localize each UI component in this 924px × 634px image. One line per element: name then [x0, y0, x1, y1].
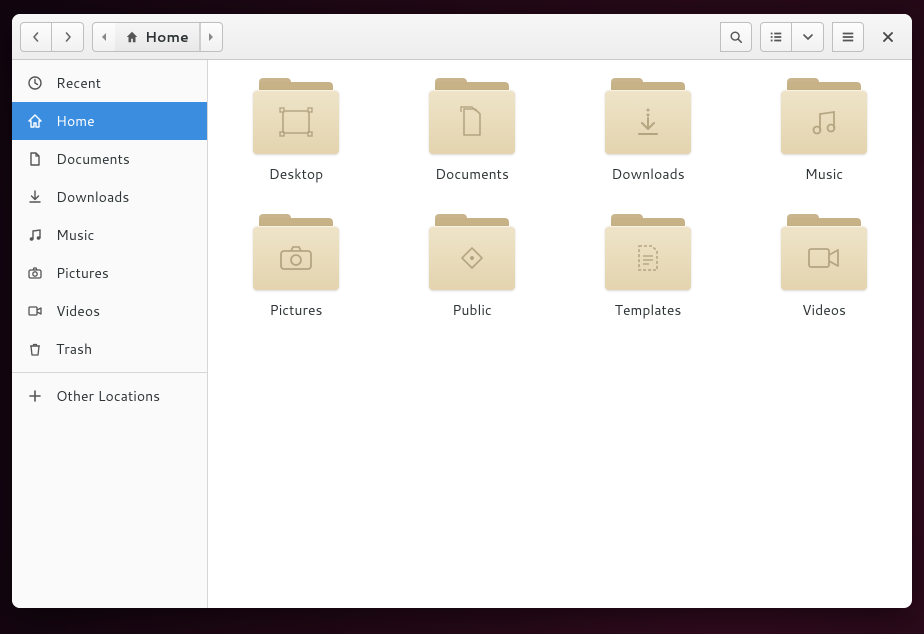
folder-pictures[interactable]: Pictures: [231, 214, 361, 320]
folder-grid: Desktop Documents: [228, 78, 892, 320]
list-icon: [769, 30, 783, 44]
document-icon: [27, 151, 43, 167]
close-icon: [882, 31, 894, 43]
back-button[interactable]: [20, 22, 52, 52]
chevron-right-icon: [63, 32, 73, 42]
sidebar: Recent Home Documents Downloads Music Pi: [12, 60, 208, 608]
breadcrumb-home[interactable]: Home: [115, 23, 200, 51]
search-button[interactable]: [720, 22, 752, 52]
plus-icon: [28, 389, 42, 403]
sidebar-item-label: Other Locations: [56, 386, 160, 406]
sidebar-item-documents[interactable]: Documents: [12, 140, 207, 178]
hamburger-menu-button[interactable]: [832, 22, 864, 52]
folder-label: Templates: [615, 300, 682, 320]
sidebar-separator: [12, 372, 207, 373]
camera-icon: [27, 265, 43, 281]
file-manager-window: Home: [12, 14, 912, 608]
toolbar-search-group: [720, 22, 752, 52]
content-area[interactable]: Desktop Documents: [208, 60, 912, 608]
home-icon: [125, 30, 139, 44]
sidebar-item-label: Documents: [56, 149, 130, 169]
folder-icon: [429, 78, 515, 156]
menu-group: [832, 22, 864, 52]
sidebar-item-label: Recent: [56, 73, 101, 93]
folder-label: Desktop: [269, 164, 323, 184]
forward-button[interactable]: [52, 22, 84, 52]
sidebar-item-pictures[interactable]: Pictures: [12, 254, 207, 292]
path-next-button[interactable]: [200, 23, 222, 51]
folder-icon: [253, 214, 339, 292]
folder-downloads[interactable]: Downloads: [583, 78, 713, 184]
sidebar-item-videos[interactable]: Videos: [12, 292, 207, 330]
home-icon: [27, 113, 43, 129]
public-glyph-icon: [456, 242, 488, 274]
sidebar-item-label: Trash: [56, 339, 92, 359]
sidebar-item-label: Videos: [56, 301, 100, 321]
download-icon: [27, 189, 43, 205]
folder-label: Downloads: [611, 164, 684, 184]
triangle-left-icon: [100, 32, 108, 42]
music-icon: [27, 227, 43, 243]
clock-icon: [27, 75, 43, 91]
folder-icon: [605, 78, 691, 156]
headerbar: Home: [12, 14, 912, 60]
sidebar-item-label: Downloads: [56, 187, 129, 207]
template-glyph-icon: [635, 242, 661, 274]
music-glyph-icon: [808, 106, 840, 138]
folder-documents[interactable]: Documents: [407, 78, 537, 184]
sidebar-item-music[interactable]: Music: [12, 216, 207, 254]
folder-label: Music: [805, 164, 843, 184]
nav-buttons: [20, 22, 84, 52]
sidebar-item-label: Music: [56, 225, 94, 245]
triangle-right-icon: [207, 32, 215, 42]
folder-label: Public: [452, 300, 492, 320]
folder-label: Videos: [802, 300, 846, 320]
view-buttons: [760, 22, 824, 52]
view-options-button[interactable]: [792, 22, 824, 52]
folder-icon: [781, 78, 867, 156]
folder-icon: [253, 78, 339, 156]
chevron-down-icon: [803, 32, 813, 42]
video-icon: [27, 303, 43, 319]
window-body: Recent Home Documents Downloads Music Pi: [12, 60, 912, 608]
sidebar-item-recent[interactable]: Recent: [12, 64, 207, 102]
sidebar-item-home[interactable]: Home: [12, 102, 207, 140]
download-glyph-icon: [635, 106, 661, 138]
folder-music[interactable]: Music: [759, 78, 889, 184]
sidebar-item-other-locations[interactable]: Other Locations: [12, 377, 207, 415]
list-view-button[interactable]: [760, 22, 792, 52]
folder-public[interactable]: Public: [407, 214, 537, 320]
folder-icon: [605, 214, 691, 292]
camera-glyph-icon: [278, 244, 314, 272]
path-prev-button[interactable]: [93, 23, 115, 51]
folder-label: Pictures: [270, 300, 323, 320]
hamburger-icon: [841, 30, 855, 44]
folder-icon: [429, 214, 515, 292]
path-bar: Home: [92, 22, 223, 52]
close-button[interactable]: [872, 22, 904, 52]
folder-icon: [781, 214, 867, 292]
sidebar-item-label: Pictures: [56, 263, 109, 283]
folder-templates[interactable]: Templates: [583, 214, 713, 320]
video-glyph-icon: [806, 245, 842, 271]
chevron-left-icon: [31, 32, 41, 42]
sidebar-item-trash[interactable]: Trash: [12, 330, 207, 368]
document-glyph-icon: [457, 105, 487, 139]
folder-videos[interactable]: Videos: [759, 214, 889, 320]
folder-desktop[interactable]: Desktop: [231, 78, 361, 184]
desktop-glyph-icon: [279, 107, 313, 137]
folder-label: Documents: [435, 164, 509, 184]
search-icon: [729, 30, 743, 44]
trash-icon: [27, 341, 43, 357]
breadcrumb-label: Home: [145, 27, 189, 47]
sidebar-item-label: Home: [56, 111, 95, 131]
sidebar-item-downloads[interactable]: Downloads: [12, 178, 207, 216]
